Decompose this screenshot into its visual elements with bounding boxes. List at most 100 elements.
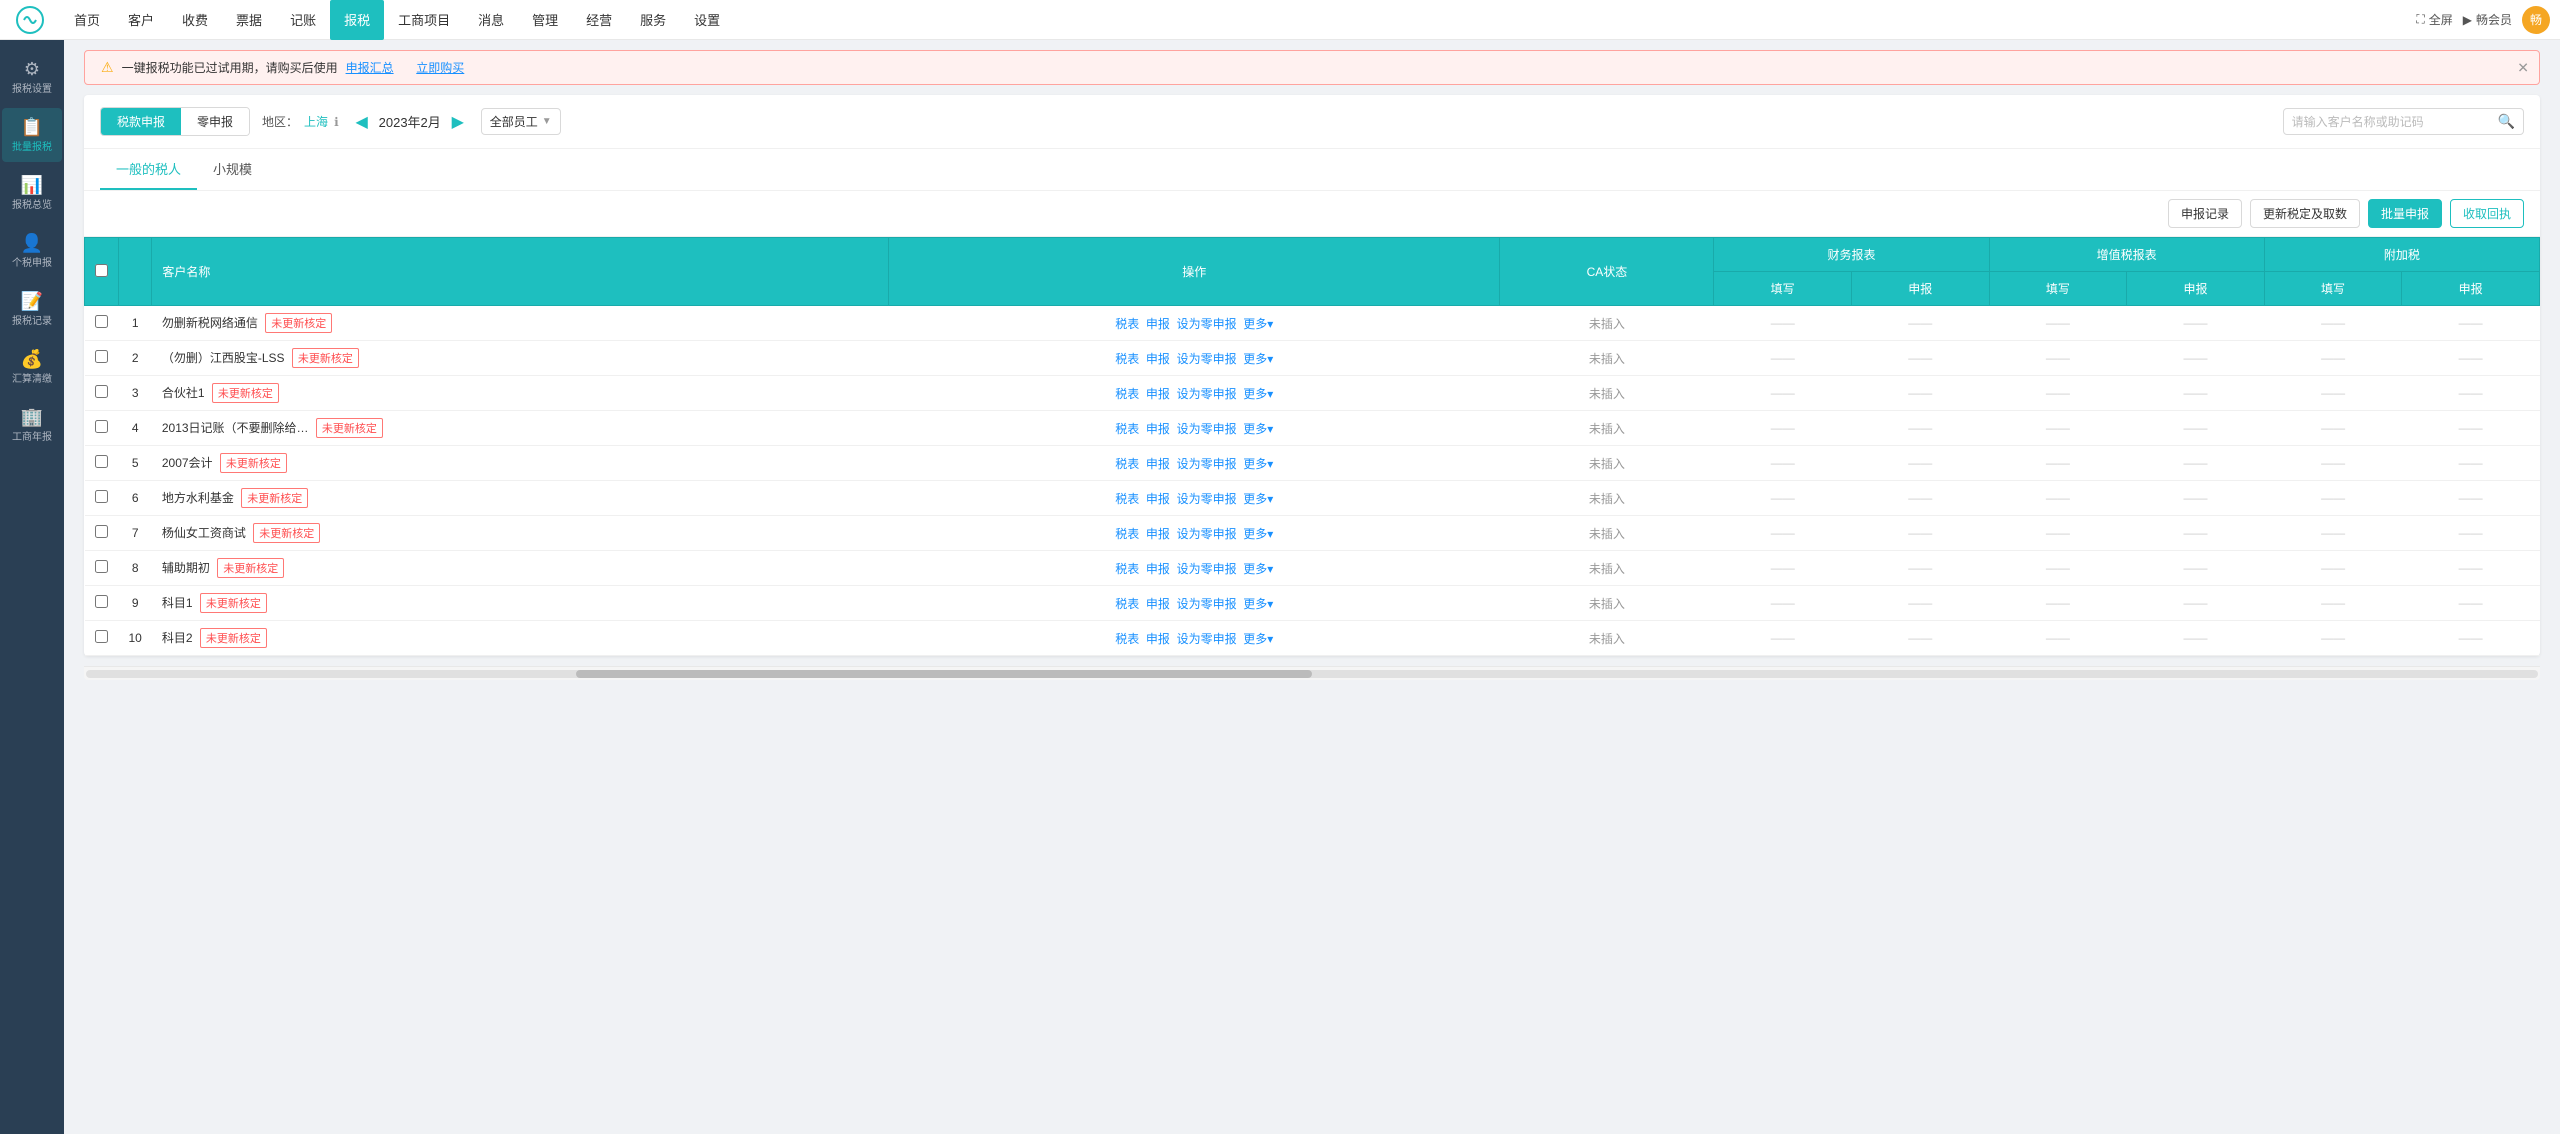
app-logo[interactable] (10, 0, 50, 40)
op-declare-btn[interactable]: 申报 (1146, 632, 1170, 646)
op-declare-btn[interactable]: 申报 (1146, 422, 1170, 436)
row-checkbox[interactable] (95, 315, 108, 328)
fullscreen-button[interactable]: ⛶ 全屏 (2416, 11, 2452, 28)
row-v1: —— (2264, 481, 2402, 516)
fullscreen-label: 全屏 (2429, 11, 2453, 28)
op-more-btn[interactable]: 更多▾ (1243, 422, 1273, 436)
row-checkbox[interactable] (95, 630, 108, 643)
nav-operation[interactable]: 经营 (572, 0, 626, 40)
nav-client[interactable]: 客户 (114, 0, 168, 40)
op-declare-btn[interactable]: 申报 (1146, 387, 1170, 401)
row-checkbox[interactable] (95, 595, 108, 608)
notification-close-button[interactable]: ✕ (2517, 59, 2529, 76)
row-v2: —— (2402, 586, 2540, 621)
op-more-btn[interactable]: 更多▾ (1243, 457, 1273, 471)
member-button[interactable]: ▶ 畅会员 (2463, 11, 2512, 28)
op-more-btn[interactable]: 更多▾ (1243, 597, 1273, 611)
op-zero-declare-btn[interactable]: 设为零申报 (1177, 527, 1237, 541)
row-client-name: 合伙社1 未更新核定 (152, 376, 889, 411)
op-more-btn[interactable]: 更多▾ (1243, 352, 1273, 366)
record-button[interactable]: 申报记录 (2168, 199, 2242, 228)
notification-link-summary[interactable]: 申报汇总 (346, 59, 394, 76)
update-button[interactable]: 更新税定及取数 (2250, 199, 2360, 228)
op-declare-btn[interactable]: 申报 (1146, 317, 1170, 331)
search-input[interactable] (2292, 115, 2492, 129)
staff-selector[interactable]: 全部员工 ▼ (481, 108, 561, 135)
collect-receipt-button[interactable]: 收取回执 (2450, 199, 2524, 228)
sidebar-item-annual-settlement[interactable]: 💰 汇算清缴 (2, 340, 62, 394)
op-taxform-btn[interactable]: 税表 (1115, 317, 1139, 331)
op-zero-declare-btn[interactable]: 设为零申报 (1177, 317, 1237, 331)
sidebar-item-business-annual[interactable]: 🏢 工商年报 (2, 398, 62, 452)
sub-tab-general[interactable]: 一般的税人 (100, 149, 197, 190)
op-more-btn[interactable]: 更多▾ (1243, 632, 1273, 646)
op-taxform-btn[interactable]: 税表 (1115, 352, 1139, 366)
op-zero-declare-btn[interactable]: 设为零申报 (1177, 562, 1237, 576)
sidebar-item-tax-overview[interactable]: 📊 报税总览 (2, 166, 62, 220)
nav-business[interactable]: 工商项目 (384, 0, 464, 40)
op-zero-declare-btn[interactable]: 设为零申报 (1177, 387, 1237, 401)
batch-declare-button[interactable]: 批量申报 (2368, 199, 2442, 228)
search-icon[interactable]: 🔍 (2498, 113, 2515, 130)
sidebar-item-tax-settings[interactable]: ⚙ 报税设置 (2, 50, 62, 104)
op-declare-btn[interactable]: 申报 (1146, 597, 1170, 611)
nav-invoice[interactable]: 票据 (222, 0, 276, 40)
op-declare-btn[interactable]: 申报 (1146, 562, 1170, 576)
op-more-btn[interactable]: 更多▾ (1243, 387, 1273, 401)
row-checkbox[interactable] (95, 490, 108, 503)
op-zero-declare-btn[interactable]: 设为零申报 (1177, 632, 1237, 646)
op-zero-declare-btn[interactable]: 设为零申报 (1177, 492, 1237, 506)
region-info-icon[interactable]: ℹ (334, 115, 339, 129)
op-more-btn[interactable]: 更多▾ (1243, 492, 1273, 506)
row-checkbox[interactable] (95, 525, 108, 538)
op-zero-declare-btn[interactable]: 设为零申报 (1177, 352, 1237, 366)
sidebar-item-personal-tax[interactable]: 👤 个税申报 (2, 224, 62, 278)
row-ca-status: 未插入 (1500, 341, 1714, 376)
op-taxform-btn[interactable]: 税表 (1115, 492, 1139, 506)
row-checkbox[interactable] (95, 455, 108, 468)
op-taxform-btn[interactable]: 税表 (1115, 527, 1139, 541)
op-declare-btn[interactable]: 申报 (1146, 457, 1170, 471)
op-declare-btn[interactable]: 申报 (1146, 527, 1170, 541)
nav-message[interactable]: 消息 (464, 0, 518, 40)
op-declare-btn[interactable]: 申报 (1146, 352, 1170, 366)
nav-manage[interactable]: 管理 (518, 0, 572, 40)
op-taxform-btn[interactable]: 税表 (1115, 387, 1139, 401)
tab-zero-declaration[interactable]: 零申报 (181, 108, 249, 135)
op-taxform-btn[interactable]: 税表 (1115, 597, 1139, 611)
tab-tax-declaration[interactable]: 税款申报 (101, 108, 181, 135)
nav-service[interactable]: 服务 (626, 0, 680, 40)
op-taxform-btn[interactable]: 税表 (1115, 632, 1139, 646)
op-more-btn[interactable]: 更多▾ (1243, 317, 1273, 331)
row-checkbox[interactable] (95, 350, 108, 363)
row-checkbox[interactable] (95, 560, 108, 573)
row-checkbox[interactable] (95, 420, 108, 433)
op-taxform-btn[interactable]: 税表 (1115, 422, 1139, 436)
sidebar-item-tax-records[interactable]: 📝 报税记录 (2, 282, 62, 336)
notification-link-buy[interactable]: 立即购买 (416, 59, 464, 76)
op-declare-btn[interactable]: 申报 (1146, 492, 1170, 506)
nav-billing[interactable]: 收费 (168, 0, 222, 40)
op-zero-declare-btn[interactable]: 设为零申报 (1177, 422, 1237, 436)
nav-home[interactable]: 首页 (60, 0, 114, 40)
date-next-button[interactable]: ▶ (447, 111, 469, 133)
row-operation: 税表 申报 设为零申报 更多▾ (889, 621, 1500, 656)
sub-tab-small-scale[interactable]: 小规模 (197, 149, 268, 190)
date-prev-button[interactable]: ◀ (351, 111, 373, 133)
nav-ledger[interactable]: 记账 (276, 0, 330, 40)
scroll-thumb[interactable] (576, 670, 1312, 678)
op-more-btn[interactable]: 更多▾ (1243, 527, 1273, 541)
nav-settings[interactable]: 设置 (680, 0, 734, 40)
horizontal-scrollbar[interactable] (84, 666, 2540, 680)
op-taxform-btn[interactable]: 税表 (1115, 457, 1139, 471)
avatar[interactable]: 畅 (2522, 6, 2550, 34)
row-checkbox[interactable] (95, 385, 108, 398)
op-zero-declare-btn[interactable]: 设为零申报 (1177, 597, 1237, 611)
select-all-checkbox[interactable] (95, 264, 108, 277)
op-zero-declare-btn[interactable]: 设为零申报 (1177, 457, 1237, 471)
op-taxform-btn[interactable]: 税表 (1115, 562, 1139, 576)
nav-tax[interactable]: 报税 (330, 0, 384, 40)
sidebar-item-batch-tax[interactable]: 📋 批量报税 (2, 108, 62, 162)
op-more-btn[interactable]: 更多▾ (1243, 562, 1273, 576)
row-f1: —— (1714, 341, 1852, 376)
